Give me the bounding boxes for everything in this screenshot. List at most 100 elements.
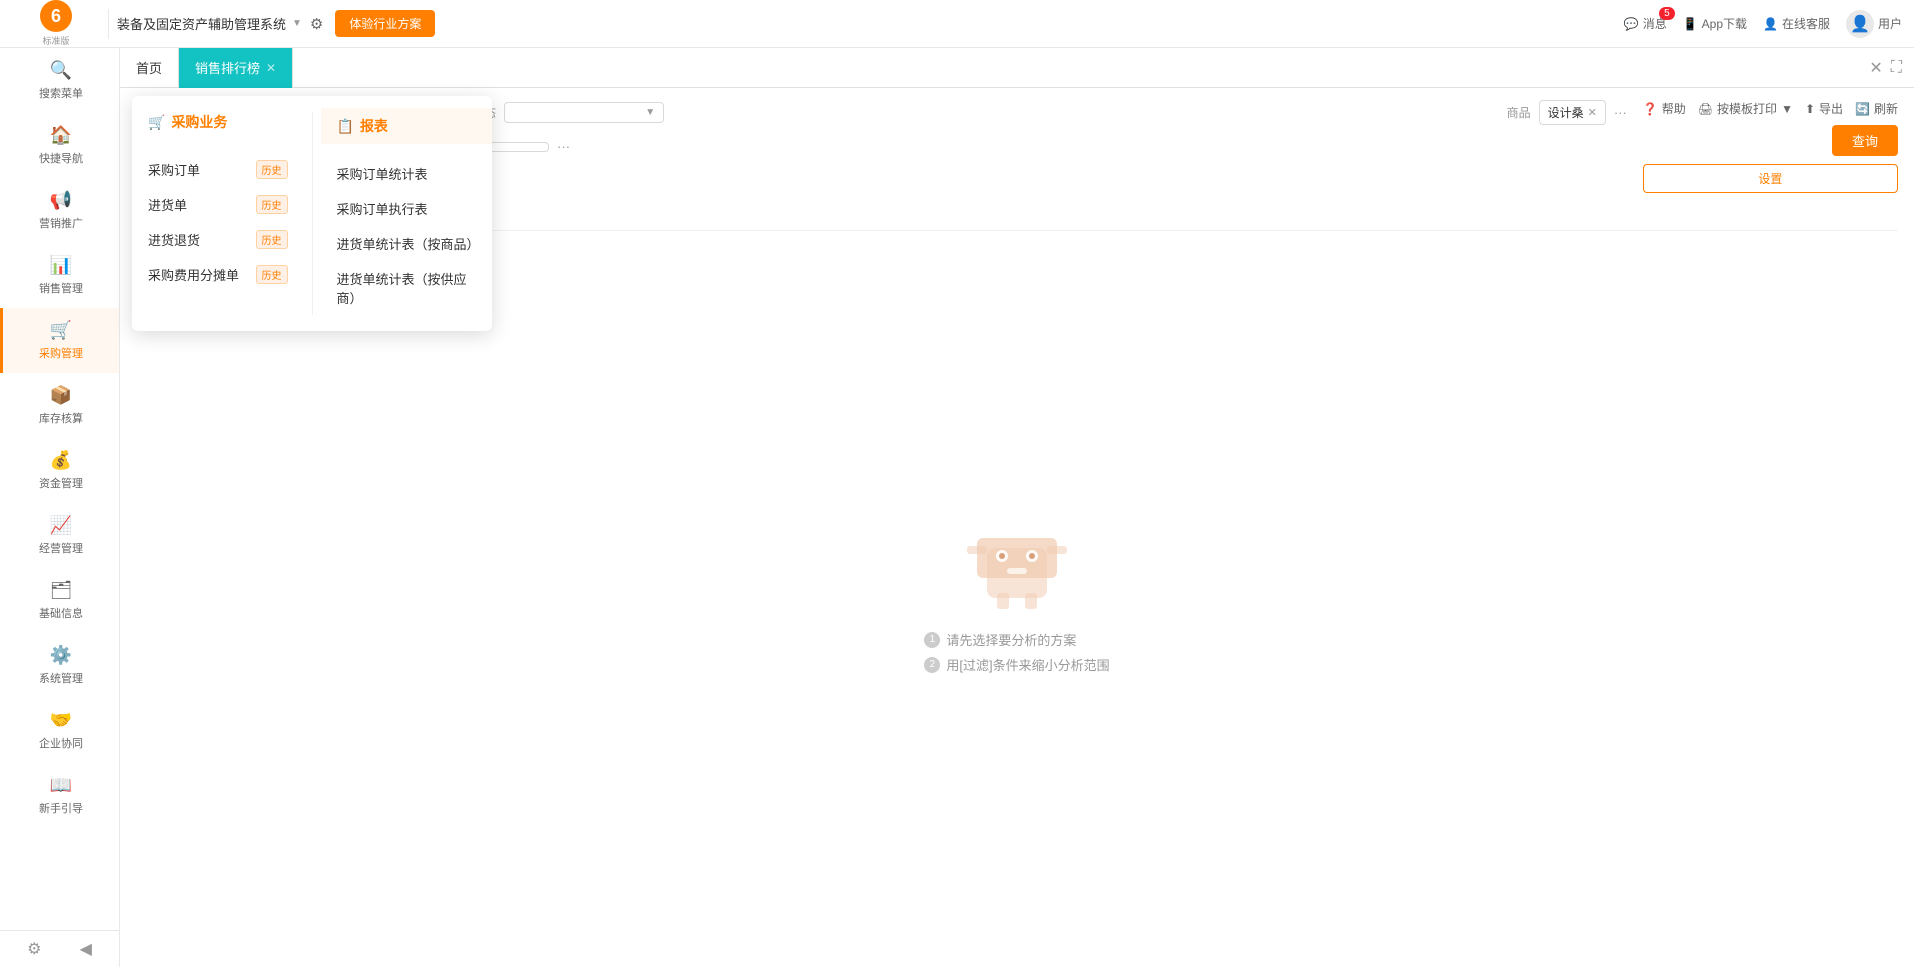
print-btn[interactable]: 🖨 按模板打印 ▼ <box>1698 100 1793 117</box>
dropdown-item-inbound-stat-goods[interactable]: 进货单统计表（按商品） <box>337 226 477 261</box>
sidebar-item-purchase[interactable]: 🛒 采购管理 <box>0 308 119 373</box>
sidebar-item-operation[interactable]: 📈 经营管理 <box>0 503 119 568</box>
tab-close-icon[interactable]: ✕ <box>266 61 276 75</box>
system-title-text: 装备及固定资产辅助管理系统 <box>117 14 286 33</box>
dropdown-item-purchase-order-exec[interactable]: 采购订单执行表 <box>337 191 477 226</box>
history-tag: 历史 <box>256 230 288 249</box>
sidebar-item-label: 资金管理 <box>39 475 83 491</box>
refresh-btn[interactable]: 🔄 刷新 <box>1855 100 1898 117</box>
goods-more-btn[interactable]: ··· <box>1614 105 1627 120</box>
dropdown-item-inbound[interactable]: 进货单 历史 <box>148 187 288 222</box>
step1-num: 1 <box>924 632 940 648</box>
item-label: 采购订单 <box>148 160 200 179</box>
sidebar-item-finance[interactable]: 💰 资金管理 <box>0 438 119 503</box>
service-icon: 👤 <box>1763 17 1778 31</box>
report-col-icon: 📋 <box>337 118 354 135</box>
sidebar-bottom: ⚙ ◀ <box>0 930 119 967</box>
sidebar-item-label: 营销推广 <box>39 215 83 231</box>
report-col-title: 报表 <box>360 116 388 136</box>
doc-status-select[interactable]: ▼ <box>504 102 664 123</box>
sidebar-item-label: 快捷导航 <box>39 150 83 166</box>
industry-btn[interactable]: 体验行业方案 <box>335 10 435 37</box>
purchase-icon: 🛒 <box>50 320 72 341</box>
sales-tab-label: 销售排行榜 <box>195 58 260 77</box>
salesman-more-btn[interactable]: ··· <box>557 139 570 154</box>
sidebar-item-label: 经营管理 <box>39 540 83 556</box>
sidebar-item-system[interactable]: ⚙️ 系统管理 <box>0 633 119 698</box>
sidebar-item-inventory[interactable]: 📦 库存核算 <box>0 373 119 438</box>
sidebar-item-label: 销售管理 <box>39 280 83 296</box>
goods-tag-close-icon[interactable]: ✕ <box>1588 106 1597 119</box>
user-label: 用户 <box>1878 15 1902 32</box>
dropdown-item-inbound-return[interactable]: 进货退货 历史 <box>148 222 288 257</box>
report-col: 📋 报表 采购订单统计表 采购订单执行表 进货单统计表（按商品） 进货单统计表（… <box>321 112 493 315</box>
collapse-sidebar-icon[interactable]: ◀ <box>80 939 92 959</box>
set-button[interactable]: 设置 <box>1643 164 1898 193</box>
message-icon: 💬 <box>1624 17 1639 31</box>
print-arrow-icon: ▼ <box>1781 102 1793 116</box>
online-service-btn[interactable]: 👤 在线客服 <box>1763 15 1830 32</box>
dropdown-item-purchase-order[interactable]: 采购订单 历史 <box>148 152 288 187</box>
step2-num: 2 <box>924 657 940 673</box>
dropdown-item-purchase-expense[interactable]: 采购费用分摊单 历史 <box>148 257 288 292</box>
empty-illustration <box>957 518 1077 618</box>
history-tag: 历史 <box>256 265 288 284</box>
item-label: 进货单统计表（按供应商） <box>337 269 477 307</box>
system-title[interactable]: 装备及固定资产辅助管理系统 ▼ <box>117 14 302 33</box>
history-tag: 历史 <box>256 160 288 179</box>
app-logo-area: 6 标准版 <box>12 0 100 47</box>
item-label: 进货退货 <box>148 230 200 249</box>
purchase-col: 🛒 采购业务 采购订单 历史 进货单 历史 进货退货 历史 采购费用分摊单 历史 <box>132 112 304 315</box>
help-label: 帮助 <box>1662 100 1686 117</box>
sidebar-item-label: 基础信息 <box>39 605 83 621</box>
avatar: 👤 <box>1846 10 1874 38</box>
search-icon: 🔍 <box>50 60 72 81</box>
gear-icon[interactable]: ⚙ <box>310 15 323 33</box>
sidebar-item-enterprise[interactable]: 🤝 企业协同 <box>0 698 119 763</box>
inventory-icon: 📦 <box>50 385 72 406</box>
sidebar-item-label: 采购管理 <box>39 345 83 361</box>
dropdown-item-purchase-order-stat[interactable]: 采购订单统计表 <box>337 156 477 191</box>
help-btn[interactable]: ❓ 帮助 <box>1643 100 1686 117</box>
tab-fullscreen-icon[interactable]: ⛶ <box>1891 59 1902 77</box>
top-bar-divider <box>108 9 109 39</box>
sidebar: 🔍 搜索菜单 🏠 快捷导航 📢 营销推广 📊 销售管理 🛒 采购管 <box>0 48 120 967</box>
sidebar-item-guide[interactable]: 📖 新手引导 <box>0 763 119 828</box>
operation-icon: 📈 <box>50 515 72 536</box>
message-btn[interactable]: 💬 消息 5 <box>1624 15 1667 32</box>
app-download-btn[interactable]: 📱 App下载 <box>1683 15 1747 32</box>
print-label: 按模板打印 <box>1717 100 1777 117</box>
home-icon: 🏠 <box>50 125 72 146</box>
top-bar: 6 标准版 装备及固定资产辅助管理系统 ▼ ⚙ 体验行业方案 💬 消息 5 📱 … <box>0 0 1914 48</box>
sidebar-item-basic-info[interactable]: 🗂 基础信息 <box>0 568 119 633</box>
export-icon: ⬆ <box>1805 102 1815 116</box>
tab-bar-actions: ✕ ⛶ <box>1857 58 1914 78</box>
item-label: 进货单 <box>148 195 187 214</box>
sidebar-item-marketing[interactable]: 📢 营销推广 <box>0 178 119 243</box>
finance-icon: 💰 <box>50 450 72 471</box>
tab-bar: 首页 销售排行榜 ✕ ✕ ⛶ <box>120 48 1914 88</box>
sidebar-item-sales[interactable]: 📊 销售管理 <box>0 243 119 308</box>
marketing-icon: 📢 <box>50 190 72 211</box>
dropdown-divider <box>312 112 313 315</box>
tab-sales-ranking[interactable]: 销售排行榜 ✕ <box>179 48 293 88</box>
content-body: 1 请先选择要分析的方案 2 用[过滤]条件来缩小分析范围 <box>120 231 1914 967</box>
sidebar-item-search[interactable]: 🔍 搜索菜单 <box>0 48 119 113</box>
goods-tag[interactable]: 设计桑 ✕ <box>1539 100 1606 125</box>
tab-home[interactable]: 首页 <box>120 48 179 88</box>
user-btn[interactable]: 👤 用户 <box>1846 10 1902 38</box>
empty-state: 1 请先选择要分析的方案 2 用[过滤]条件来缩小分析范围 <box>924 518 1109 680</box>
phone-icon: 📱 <box>1683 17 1698 31</box>
query-button[interactable]: 查询 <box>1832 125 1898 156</box>
sidebar-item-quicknav[interactable]: 🏠 快捷导航 <box>0 113 119 178</box>
chevron-down-icon: ▼ <box>292 18 302 29</box>
home-tab-label: 首页 <box>136 58 162 77</box>
tab-close-all-icon[interactable]: ✕ <box>1869 58 1882 78</box>
refresh-icon: 🔄 <box>1855 102 1870 116</box>
dropdown-item-inbound-stat-supplier[interactable]: 进货单统计表（按供应商） <box>337 261 477 315</box>
settings-bottom-icon[interactable]: ⚙ <box>27 939 41 959</box>
history-tag: 历史 <box>256 195 288 214</box>
system-icon: ⚙️ <box>50 645 72 666</box>
export-btn[interactable]: ⬆ 导出 <box>1805 100 1843 117</box>
enterprise-icon: 🤝 <box>50 710 72 731</box>
